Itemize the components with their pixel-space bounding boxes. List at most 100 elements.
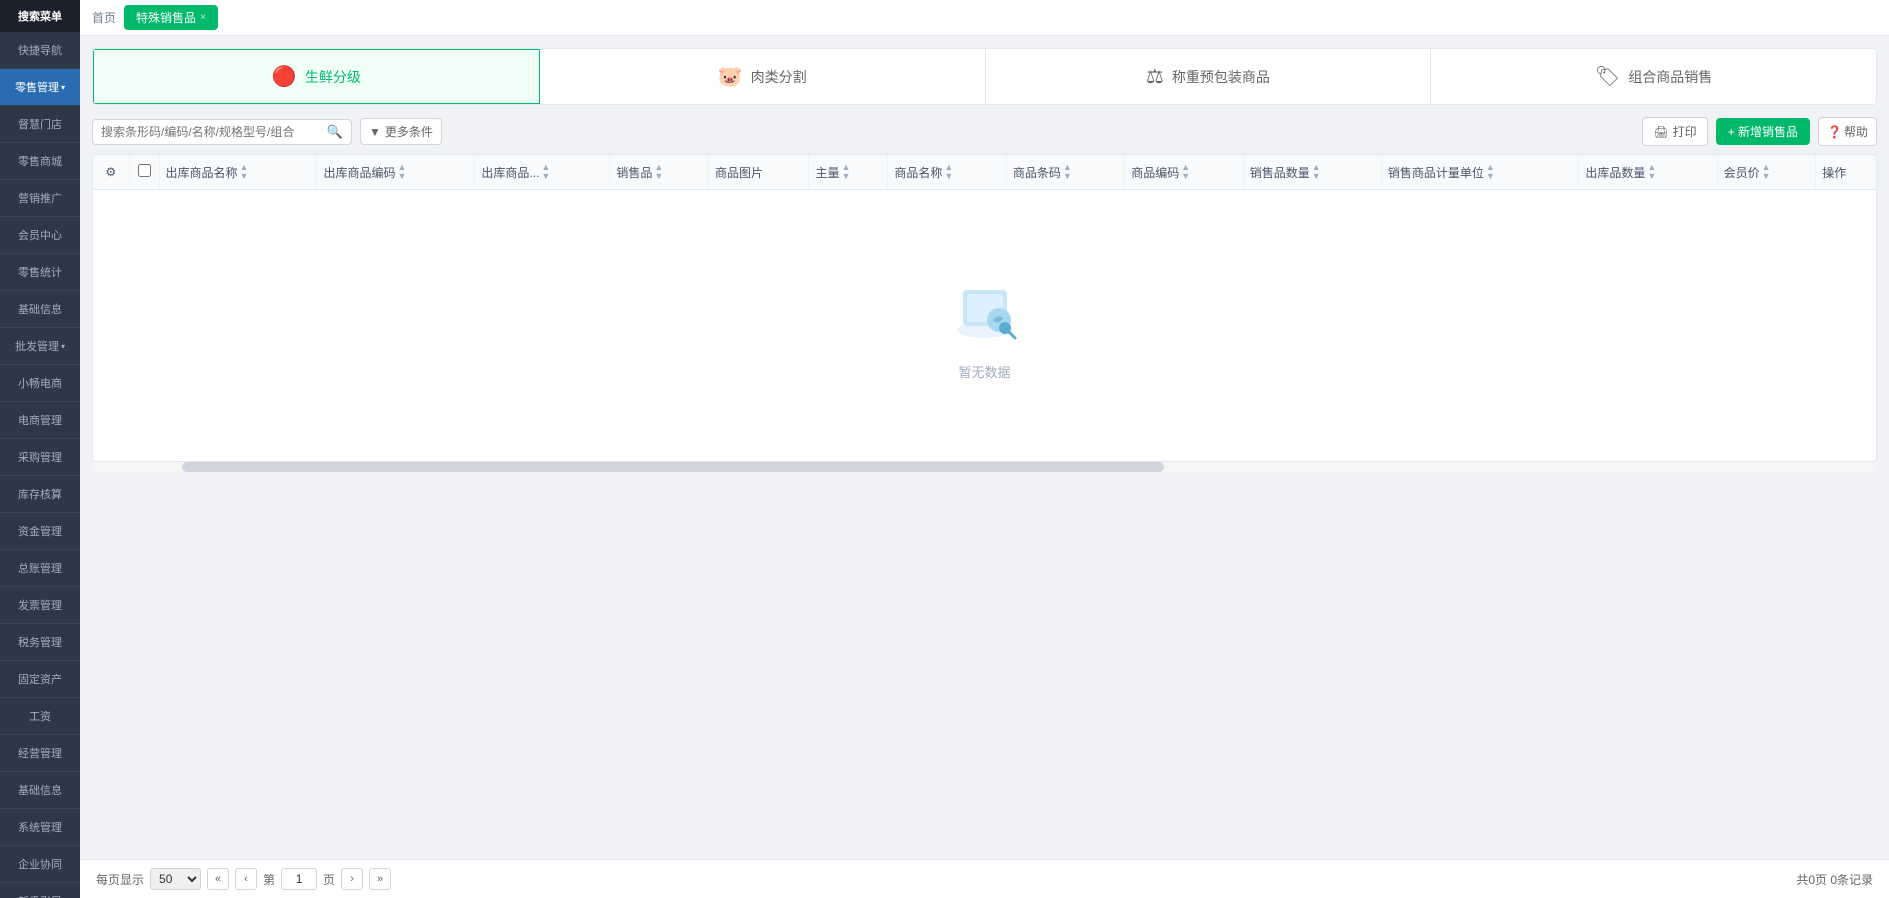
th-settings[interactable]: ⚙ bbox=[93, 155, 129, 190]
sidebar-item-invoice[interactable]: 发票管理 bbox=[0, 587, 80, 624]
sidebar-item-store[interactable]: 督慧门店 bbox=[0, 106, 80, 143]
sort-icon-spec: ▲▼ bbox=[541, 163, 550, 181]
th-warehouse-code[interactable]: 出库商品编码 ▲▼ bbox=[317, 155, 475, 190]
sidebar-item-tax[interactable]: 税务管理 bbox=[0, 624, 80, 661]
th-checkbox bbox=[129, 155, 159, 190]
tab-label: 特殊销售品 bbox=[136, 9, 196, 26]
meat-icon: 🐷 bbox=[718, 64, 743, 89]
sidebar-item-mall[interactable]: 零售商城 bbox=[0, 143, 80, 180]
cat-tab-meat[interactable]: 🐷 肉类分割 bbox=[540, 49, 986, 104]
empty-icon bbox=[945, 270, 1025, 350]
sidebar-item-marketing[interactable]: 营销推广 bbox=[0, 180, 80, 217]
th-main-qty[interactable]: 主量 ▲▼ bbox=[809, 155, 888, 190]
combo-icon: 🏷 bbox=[1595, 64, 1620, 89]
cat-tab-combo-label: 组合商品销售 bbox=[1628, 67, 1712, 87]
sidebar-item-quick-nav[interactable]: 快捷导航 bbox=[0, 32, 80, 69]
th-unit[interactable]: 销售商品计量单位 ▲▼ bbox=[1381, 155, 1578, 190]
sidebar-item-ecom-mini[interactable]: 小畅电商 bbox=[0, 365, 80, 402]
th-member-price[interactable]: 会员价 ▲▼ bbox=[1717, 155, 1816, 190]
page-suffix-label: 页 bbox=[323, 871, 335, 888]
toolbar-right: 🖨 打印 + 新增销售品 ❓ 帮助 bbox=[1642, 117, 1877, 146]
sidebar-item-member[interactable]: 会员中心 bbox=[0, 217, 80, 254]
sidebar-logo[interactable]: 搜索菜单 bbox=[0, 0, 80, 32]
th-sale-item[interactable]: 销售品 ▲▼ bbox=[610, 155, 709, 190]
pagination-bar: 每页显示 10 20 50 100 « ‹ 第 页 › » 共0页 0条记录 bbox=[80, 859, 1889, 898]
sidebar: 搜索菜单 快捷导航 零售管理 ▾ 督慧门店 零售商城 营销推广 会员中心 零售统… bbox=[0, 0, 80, 898]
cat-tab-fresh[interactable]: 🔴 生鲜分级 bbox=[92, 48, 541, 105]
cat-tab-meat-label: 肉类分割 bbox=[751, 67, 807, 87]
th-warehouse-name[interactable]: 出库商品名称 ▲▼ bbox=[159, 155, 317, 190]
print-button[interactable]: 🖨 打印 bbox=[1642, 117, 1707, 146]
sort-icon-out-qty: ▲▼ bbox=[1647, 163, 1656, 181]
filter-button[interactable]: ▼ 更多条件 bbox=[360, 118, 442, 145]
sidebar-item-base-info2[interactable]: 基础信息 bbox=[0, 772, 80, 809]
last-page-button[interactable]: » bbox=[369, 868, 391, 890]
tab-close-icon[interactable]: × bbox=[200, 12, 206, 23]
help-icon: ❓ bbox=[1827, 125, 1842, 139]
fresh-icon: 🔴 bbox=[272, 64, 297, 89]
filter-icon: ▼ bbox=[369, 125, 381, 139]
sidebar-item-retail[interactable]: 零售管理 ▾ bbox=[0, 69, 80, 106]
active-tab[interactable]: 特殊销售品 × bbox=[124, 5, 218, 30]
sidebar-item-system[interactable]: 系统管理 bbox=[0, 809, 80, 846]
sort-icon-member-price: ▲▼ bbox=[1762, 163, 1771, 181]
sort-icon-barcode: ▲▼ bbox=[1063, 163, 1072, 181]
sidebar-item-collab[interactable]: 企业协同 bbox=[0, 846, 80, 883]
page-controls-left: 每页显示 10 20 50 100 « ‹ 第 页 › » bbox=[96, 868, 391, 890]
total-label: 共0页 0条记录 bbox=[1796, 871, 1873, 888]
sidebar-item-finance[interactable]: 资金管理 bbox=[0, 513, 80, 550]
per-page-select[interactable]: 10 20 50 100 bbox=[150, 868, 201, 890]
first-page-button[interactable]: « bbox=[207, 868, 229, 890]
th-warehouse-spec[interactable]: 出库商品... ▲▼ bbox=[475, 155, 610, 190]
page-prefix-label: 第 bbox=[263, 871, 275, 888]
help-button[interactable]: ❓ 帮助 bbox=[1818, 117, 1877, 146]
th-goods-name[interactable]: 商品名称 ▲▼ bbox=[888, 155, 1006, 190]
weight-icon: ⚖ bbox=[1146, 64, 1164, 89]
sidebar-item-base-info[interactable]: 基础信息 bbox=[0, 291, 80, 328]
select-all-checkbox[interactable] bbox=[138, 164, 151, 177]
search-input[interactable] bbox=[101, 125, 323, 139]
sidebar-item-inventory[interactable]: 库存核算 bbox=[0, 476, 80, 513]
sidebar-item-ecom-mgmt[interactable]: 电商管理 bbox=[0, 402, 80, 439]
prev-page-button[interactable]: ‹ bbox=[235, 868, 257, 890]
table-body: 暂无数据 bbox=[93, 190, 1876, 462]
cat-tab-combo[interactable]: 🏷 组合商品销售 bbox=[1431, 49, 1876, 104]
chevron-down-icon: ▾ bbox=[61, 83, 65, 92]
search-box: 🔍 bbox=[92, 119, 352, 145]
data-table-wrapper: ⚙ 出库商品名称 ▲▼ 出库商品编码 bbox=[92, 154, 1877, 462]
next-page-button[interactable]: › bbox=[341, 868, 363, 890]
th-goods-code[interactable]: 商品编码 ▲▼ bbox=[1125, 155, 1243, 190]
sidebar-item-ledger[interactable]: 总账管理 bbox=[0, 550, 80, 587]
th-action: 操作 bbox=[1816, 155, 1876, 190]
sort-icon-sale: ▲▼ bbox=[654, 163, 663, 181]
sidebar-item-fixed-asset[interactable]: 固定资产 bbox=[0, 661, 80, 698]
empty-text: 暂无数据 bbox=[958, 362, 1010, 381]
main-content: 首页 特殊销售品 × 🔴 生鲜分级 🐷 肉类分割 ⚖ 称重预包装商品 🏷 组合商… bbox=[80, 0, 1889, 898]
th-barcode[interactable]: 商品条码 ▲▼ bbox=[1006, 155, 1124, 190]
scroll-thumb[interactable] bbox=[182, 462, 1164, 472]
page-number-input[interactable] bbox=[281, 868, 317, 890]
sidebar-item-retail-stat[interactable]: 零售统计 bbox=[0, 254, 80, 291]
table-header-row: ⚙ 出库商品名称 ▲▼ 出库商品编码 bbox=[93, 155, 1876, 190]
search-icon: 🔍 bbox=[327, 124, 343, 140]
horizontal-scrollbar[interactable] bbox=[92, 462, 1877, 472]
page-content: 🔴 生鲜分级 🐷 肉类分割 ⚖ 称重预包装商品 🏷 组合商品销售 🔍 bbox=[80, 36, 1889, 859]
sidebar-item-business-mgmt[interactable]: 经营管理 bbox=[0, 735, 80, 772]
sidebar-item-payroll[interactable]: 工资 bbox=[0, 698, 80, 735]
category-tabs: 🔴 生鲜分级 🐷 肉类分割 ⚖ 称重预包装商品 🏷 组合商品销售 bbox=[92, 48, 1877, 105]
th-sale-qty[interactable]: 销售品数量 ▲▼ bbox=[1243, 155, 1381, 190]
home-breadcrumb[interactable]: 首页 bbox=[92, 9, 116, 26]
sidebar-item-guide[interactable]: 新手引导 bbox=[0, 883, 80, 898]
per-page-label: 每页显示 bbox=[96, 871, 144, 888]
print-icon: 🖨 bbox=[1653, 125, 1668, 139]
cat-tab-weight[interactable]: ⚖ 称重预包装商品 bbox=[986, 49, 1432, 104]
th-image: 商品图片 bbox=[709, 155, 809, 190]
sidebar-item-purchase[interactable]: 采购管理 bbox=[0, 439, 80, 476]
th-out-qty[interactable]: 出库品数量 ▲▼ bbox=[1579, 155, 1717, 190]
sort-icon-goods-code: ▲▼ bbox=[1181, 163, 1190, 181]
add-button[interactable]: + 新增销售品 bbox=[1716, 118, 1810, 145]
empty-state: 暂无数据 bbox=[93, 190, 1876, 461]
sidebar-item-wholesale[interactable]: 批发管理 ▾ bbox=[0, 328, 80, 365]
cat-tab-fresh-label: 生鲜分级 bbox=[305, 67, 361, 87]
page-controls-right: 共0页 0条记录 bbox=[1796, 871, 1873, 888]
